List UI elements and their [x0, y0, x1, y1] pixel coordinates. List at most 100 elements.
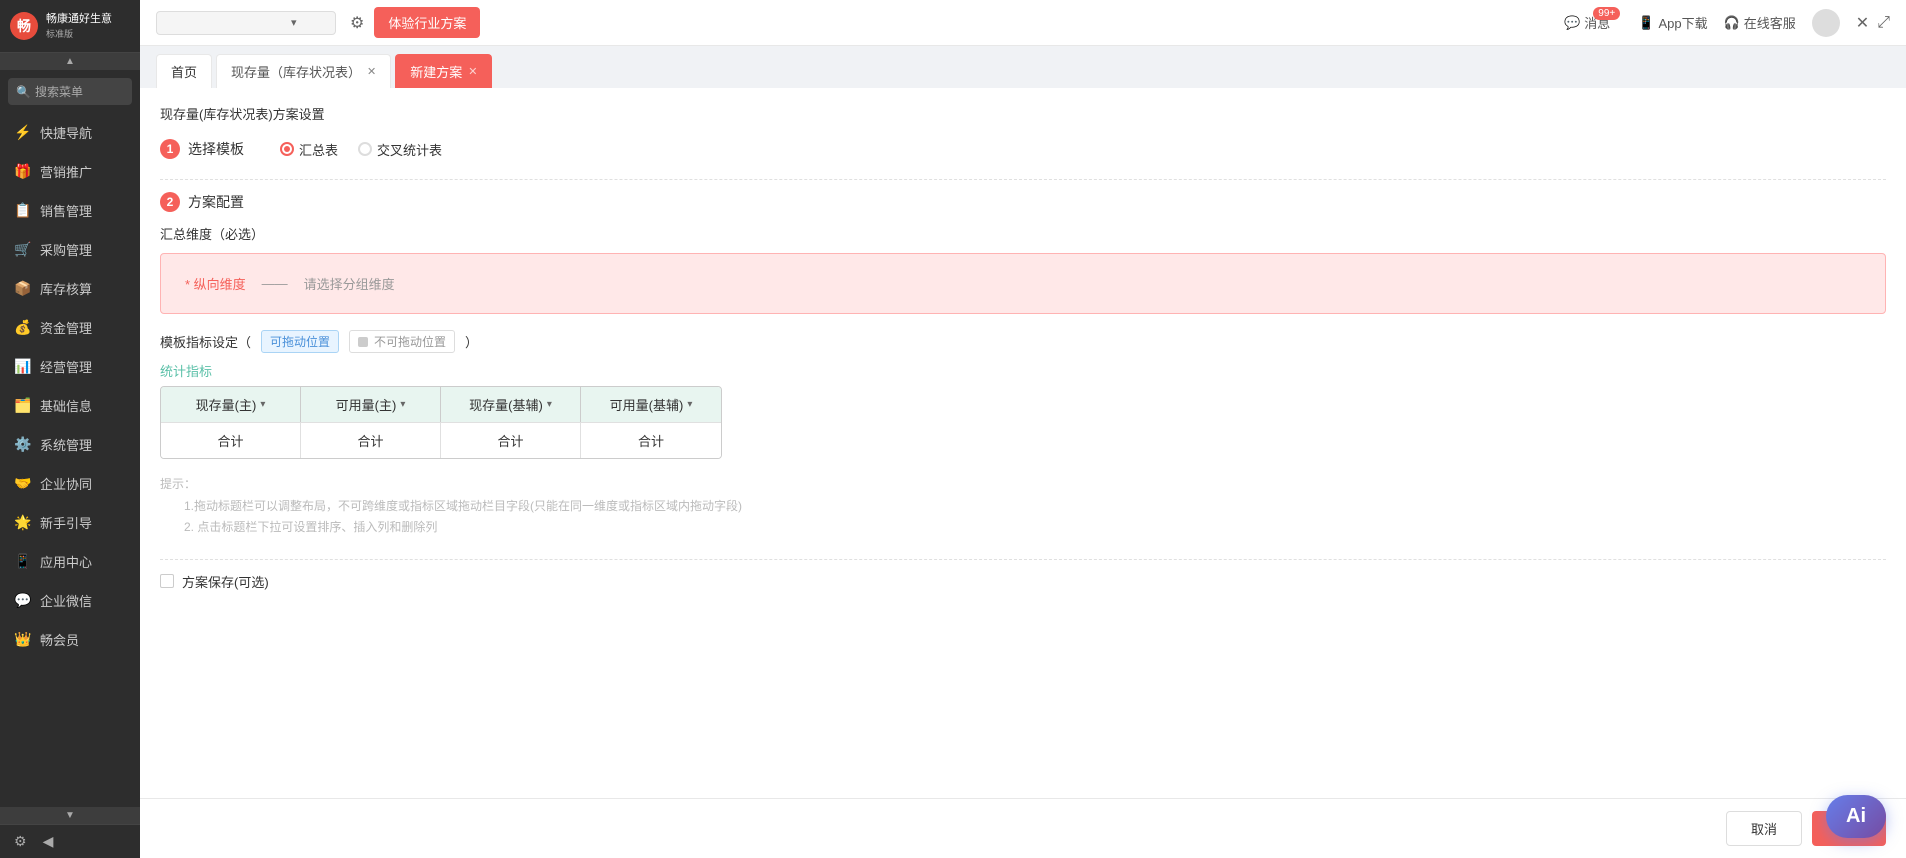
sidebar-collapse-icon[interactable]: ◀ [43, 833, 54, 850]
window-expand-button[interactable]: ⤢ [1877, 14, 1890, 32]
online-service-button[interactable]: 🎧 在线客服 [1724, 13, 1796, 32]
section1-title: 选择模板 [188, 139, 244, 159]
stats-header-0-dropdown[interactable]: ▾ [260, 399, 265, 410]
content-area: 现存量(库存状况表)方案设置 1 选择模板 汇总表 交叉统计表 [140, 88, 1906, 798]
section1-header: 1 选择模板 汇总表 交叉统计表 [160, 139, 1886, 159]
topbar-search-input[interactable] [165, 16, 285, 30]
sidebar-settings-icon[interactable]: ⚙ [14, 833, 27, 850]
template-radio-group: 汇总表 交叉统计表 [280, 140, 442, 159]
window-close-button[interactable]: ✕ [1856, 13, 1869, 33]
dimension-required-label: * 纵向维度 [185, 274, 246, 293]
indicator-config-row: 模板指标设定（ 可拖动位置 不可拖动位置 ） [160, 330, 1886, 353]
enterprise-icon: 🤝 [14, 475, 32, 493]
sidebar-item-quick-nav-label: 快捷导航 [40, 123, 92, 142]
tab-home[interactable]: 首页 [156, 54, 212, 88]
stats-section: 统计指标 现存量(主) ▾ 可用量(主) ▾ 现存量(基辅) [160, 361, 1886, 462]
sidebar-search[interactable]: 🔍 搜索菜单 [8, 78, 132, 105]
non-draggable-tag: 不可拖动位置 [349, 330, 455, 353]
section-choose-template: 1 选择模板 汇总表 交叉统计表 [160, 139, 1886, 159]
stats-data-0-1: 合计 [301, 423, 441, 458]
cancel-button[interactable]: 取消 [1726, 811, 1802, 846]
sidebar-item-enterprise-label: 企业协同 [40, 474, 92, 493]
stats-header-cell-3[interactable]: 可用量(基辅) ▾ [581, 387, 721, 422]
topbar-dropdown-arrow[interactable]: ▾ [291, 16, 297, 29]
headset-icon: 🎧 [1724, 15, 1740, 31]
sidebar-item-operations-label: 经营管理 [40, 357, 92, 376]
sidebar-item-finance-label: 资金管理 [40, 318, 92, 337]
radio-summary[interactable]: 汇总表 [280, 140, 338, 159]
purchase-icon: 🛒 [14, 241, 32, 259]
topbar-right: 💬 消息 99+ 📱 App下载 🎧 在线客服 ✕ ⤢ [1564, 9, 1890, 37]
dimension-row: * 纵向维度 —— 请选择分组维度 [185, 274, 1861, 293]
app-version: 标准版 [46, 27, 112, 40]
window-controls: ✕ ⤢ [1856, 13, 1890, 33]
user-avatar[interactable] [1812, 9, 1840, 37]
hint-2: 2. 点击标题栏下拉可设置排序、插入列和删除列 [184, 517, 1886, 539]
tab-home-label: 首页 [171, 62, 197, 81]
sidebar-item-enterprise[interactable]: 🤝 企业协同 [0, 464, 140, 503]
tab-inventory-close-icon[interactable]: ✕ [367, 65, 376, 78]
search-icon: 🔍 [16, 85, 31, 99]
stats-header-cell-2[interactable]: 现存量(基辅) ▾ [441, 387, 581, 422]
radio-summary-label: 汇总表 [299, 140, 338, 159]
app-name: 畅康通好生意 [46, 12, 112, 26]
save-option-checkbox[interactable] [160, 574, 174, 588]
stats-header-cell-0[interactable]: 现存量(主) ▾ [161, 387, 301, 422]
stats-header-cell-1[interactable]: 可用量(主) ▾ [301, 387, 441, 422]
sidebar-item-wechat-label: 企业微信 [40, 591, 92, 610]
topbar-search-area[interactable]: ▾ [156, 11, 336, 35]
member-icon: 👑 [14, 631, 32, 649]
stats-data-0-3: 合计 [581, 423, 721, 458]
sidebar-item-system[interactable]: ⚙️ 系统管理 [0, 425, 140, 464]
sidebar-item-purchase[interactable]: 🛒 采购管理 [0, 230, 140, 269]
sidebar-item-new-guide[interactable]: 🌟 新手引导 [0, 503, 140, 542]
quick-nav-icon: ⚡ [14, 124, 32, 142]
save-option-row: 方案保存(可选) [160, 572, 1886, 591]
app-logo-icon: 畅 [10, 12, 38, 40]
indicator-config-label: 模板指标设定（ [160, 332, 251, 351]
sidebar-item-inventory[interactable]: 📦 库存核算 [0, 269, 140, 308]
tab-new-plan[interactable]: 新建方案 ✕ [395, 54, 492, 88]
ai-bubble[interactable]: Ai [1826, 795, 1886, 838]
stats-header-1-dropdown[interactable]: ▾ [400, 399, 405, 410]
topbar: ▾ ⚙ 体验行业方案 💬 消息 99+ 📱 App下载 🎧 在线客服 ✕ ⤢ [140, 0, 1906, 46]
dimension-placeholder[interactable]: 请选择分组维度 [304, 274, 395, 293]
sidebar-item-inventory-label: 库存核算 [40, 279, 92, 298]
sidebar-scroll-down[interactable]: ▼ [0, 807, 140, 824]
message-button[interactable]: 💬 消息 99+ [1564, 13, 1610, 32]
sidebar-item-wechat[interactable]: 💬 企业微信 [0, 581, 140, 620]
indicator-config-suffix: ） [465, 332, 478, 351]
sidebar-item-member[interactable]: 👑 畅会员 [0, 620, 140, 659]
hint-1: 1.拖动标题栏可以调整布局，不可跨维度或指标区域拖动栏目字段(只能在同一维度或指… [184, 496, 1886, 518]
industry-plan-button[interactable]: 体验行业方案 [374, 7, 480, 38]
sidebar-item-sales[interactable]: 📋 销售管理 [0, 191, 140, 230]
section-divider-1 [160, 179, 1886, 180]
dimension-box: * 纵向维度 —— 请选择分组维度 [160, 253, 1886, 314]
sidebar-item-operations[interactable]: 📊 经营管理 [0, 347, 140, 386]
stats-table: 现存量(主) ▾ 可用量(主) ▾ 现存量(基辅) ▾ 可用量(基辅) [160, 386, 722, 459]
dimension-config-label: 汇总维度（必选） [160, 224, 1886, 243]
sidebar-search-label: 搜索菜单 [35, 83, 83, 100]
sidebar-item-finance[interactable]: 💰 资金管理 [0, 308, 140, 347]
tab-inventory-status[interactable]: 现存量（库存状况表） ✕ [216, 54, 391, 88]
topbar-gear-icon[interactable]: ⚙ [350, 13, 364, 33]
radio-summary-circle [280, 142, 294, 156]
radio-cross-label: 交叉统计表 [377, 140, 442, 159]
online-service-label: 在线客服 [1744, 13, 1796, 32]
sidebar-item-quick-nav[interactable]: ⚡ 快捷导航 [0, 113, 140, 152]
sidebar-scroll-up[interactable]: ▲ [0, 53, 140, 70]
tab-new-plan-close-icon[interactable]: ✕ [468, 65, 477, 78]
sidebar-item-basic-info-label: 基础信息 [40, 396, 92, 415]
system-icon: ⚙️ [14, 436, 32, 454]
app-download-button[interactable]: 📱 App下载 [1638, 13, 1707, 32]
radio-cross[interactable]: 交叉统计表 [358, 140, 442, 159]
save-option-label: 方案保存(可选) [182, 572, 269, 591]
stats-header-3-dropdown[interactable]: ▾ [687, 399, 692, 410]
sidebar-item-app-center[interactable]: 📱 应用中心 [0, 542, 140, 581]
sidebar-item-marketing[interactable]: 🎁 营销推广 [0, 152, 140, 191]
sidebar-item-basic-info[interactable]: 🗂️ 基础信息 [0, 386, 140, 425]
sidebar-item-sales-label: 销售管理 [40, 201, 92, 220]
stats-header-2-dropdown[interactable]: ▾ [547, 399, 552, 410]
non-draggable-label: 不可拖动位置 [374, 333, 446, 350]
wechat-icon: 💬 [14, 592, 32, 610]
